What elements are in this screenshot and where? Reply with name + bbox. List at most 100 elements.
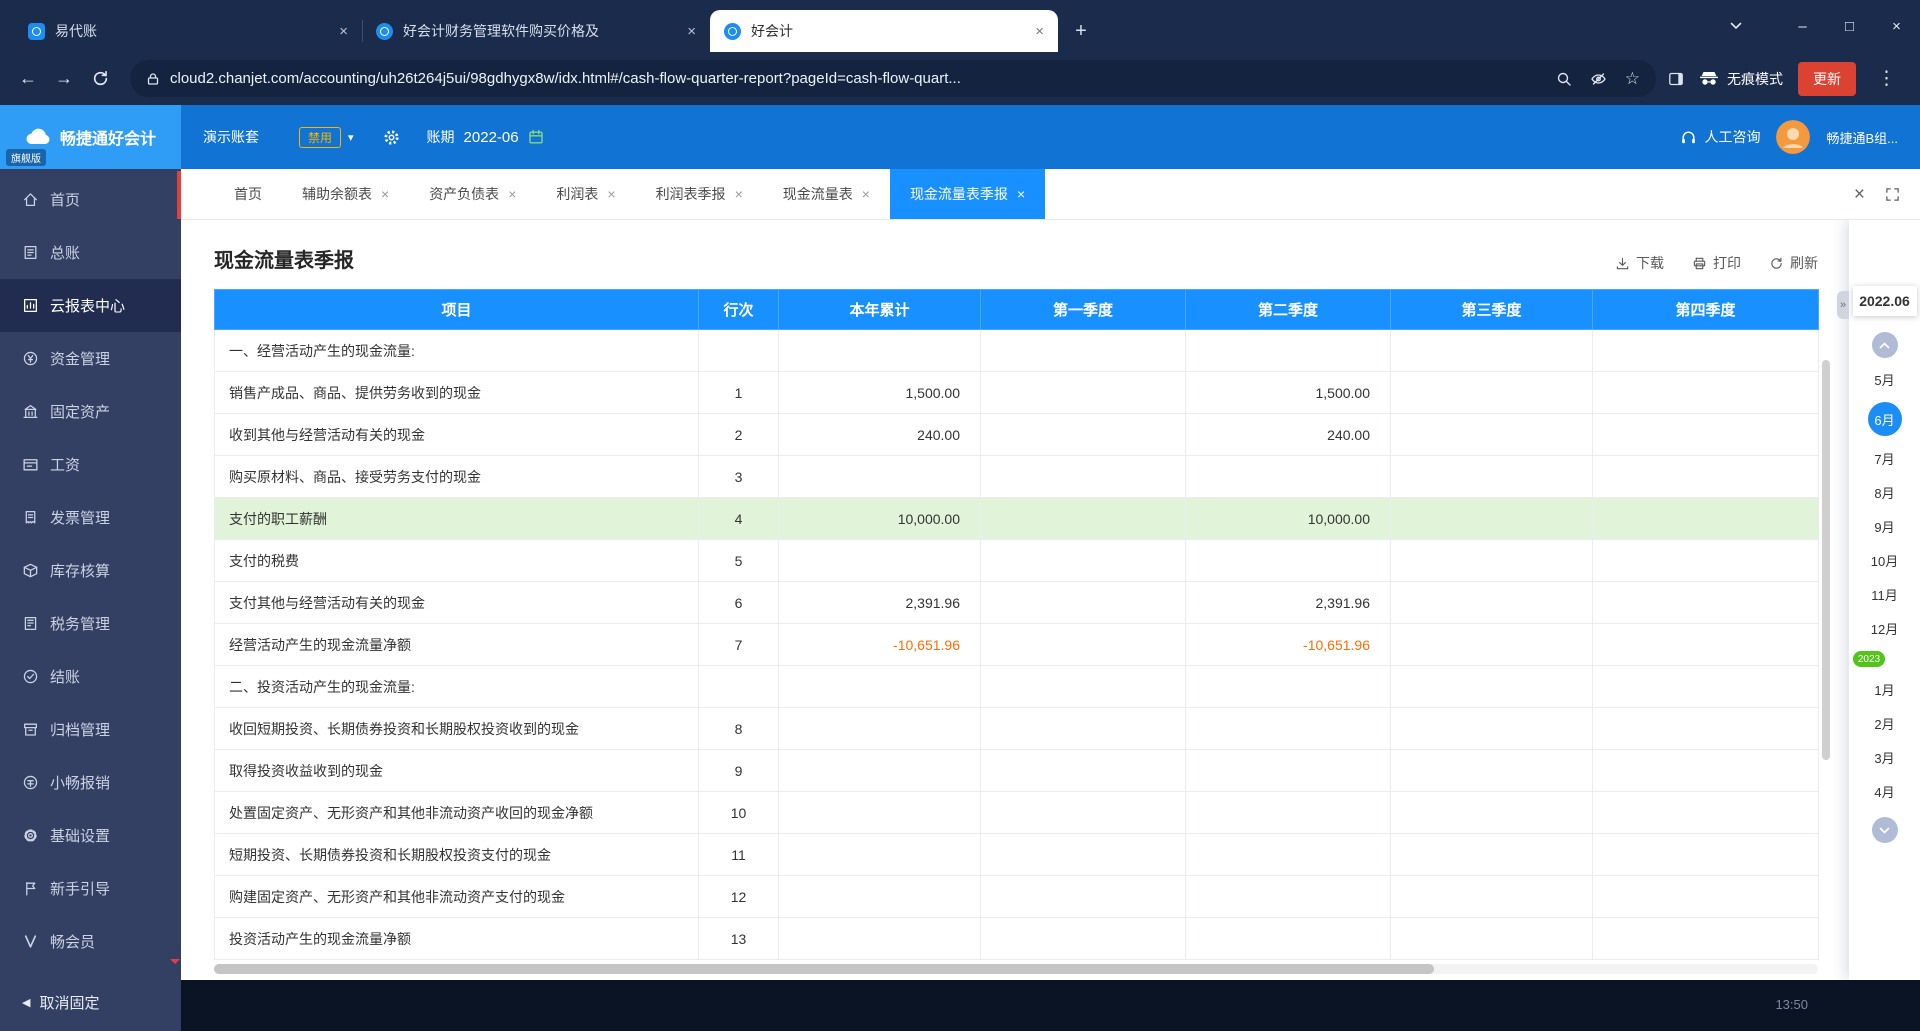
sidebar-item[interactable]: 结账	[0, 650, 181, 703]
close-all-tabs-icon[interactable]: ×	[1854, 185, 1865, 204]
new-tab-button[interactable]: +	[1064, 14, 1098, 48]
cell-q2	[1185, 749, 1391, 792]
month-item[interactable]: 3月	[1868, 746, 1902, 769]
sidebar-item-icon	[22, 615, 39, 632]
month-item[interactable]: 2023	[1853, 651, 1885, 667]
bookmark-star-icon[interactable]: ☆	[1625, 70, 1640, 87]
collapse-rail-icon[interactable]: »	[1837, 291, 1849, 319]
cell-q1	[980, 539, 1186, 582]
window-controls: – □ ×	[1719, 0, 1920, 52]
browser-menu-icon[interactable]: ⋮	[1871, 67, 1902, 90]
side-panel-icon[interactable]	[1668, 71, 1684, 87]
browser-tab[interactable]: 易代账 ×	[14, 10, 362, 52]
sidebar-item[interactable]: 云报表中心	[0, 279, 181, 332]
close-tab-icon[interactable]: ×	[339, 23, 348, 40]
support-link[interactable]: 人工咨询	[1680, 127, 1760, 147]
cell-q1	[980, 455, 1186, 498]
update-button[interactable]: 更新	[1798, 61, 1856, 96]
close-window-button[interactable]: ×	[1873, 0, 1920, 52]
browser-tab[interactable]: 好会计财务管理软件购买价格及 ×	[362, 10, 710, 52]
back-button[interactable]: ←	[10, 61, 46, 97]
close-workspace-tab-icon[interactable]: ×	[607, 186, 615, 202]
close-tab-icon[interactable]: ×	[687, 23, 696, 40]
cell-q2	[1185, 833, 1391, 876]
sidebar-item[interactable]: 库存核算	[0, 544, 181, 597]
cell-ytd	[778, 455, 981, 498]
sidebar-item[interactable]: 发票管理	[0, 491, 181, 544]
workspace-tab[interactable]: 辅助余额表 ×	[282, 169, 409, 219]
close-workspace-tab-icon[interactable]: ×	[735, 186, 743, 202]
month-item[interactable]: 11月	[1868, 583, 1902, 606]
workspace-tab[interactable]: 利润表 ×	[536, 169, 635, 219]
workspace-tab[interactable]: 利润表季报 ×	[636, 169, 763, 219]
month-item[interactable]: 6月	[1867, 402, 1902, 436]
close-workspace-tab-icon[interactable]: ×	[862, 186, 870, 202]
scroll-months-up-button[interactable]	[1871, 332, 1898, 358]
cell-q1	[980, 707, 1186, 750]
settings-gear-icon[interactable]	[382, 128, 401, 147]
sidebar-item[interactable]: 资金管理	[0, 332, 181, 385]
workspace-tab[interactable]: 现金流量表 ×	[763, 169, 890, 219]
user-name[interactable]: 畅捷通B组...	[1826, 128, 1898, 147]
workspace-tab[interactable]: 现金流量表季报 ×	[889, 169, 1046, 219]
sidebar-item-icon	[22, 509, 39, 526]
vertical-scrollbar-thumb[interactable]	[1822, 360, 1830, 760]
sidebar-item[interactable]: 税务管理	[0, 597, 181, 650]
sidebar-item[interactable]: 畅会员	[0, 915, 181, 968]
sidebar-item-icon	[22, 880, 39, 897]
sidebar-scrollbar-thumb[interactable]	[177, 171, 181, 219]
table-row: 支付的税费 5	[214, 539, 1819, 582]
workspace-tab[interactable]: 资产负债表 ×	[409, 169, 536, 219]
month-item[interactable]: 2月	[1868, 712, 1902, 735]
report-action-button[interactable]: 刷新	[1769, 253, 1818, 273]
month-item[interactable]: 1月	[1868, 678, 1902, 701]
eye-off-icon[interactable]	[1590, 71, 1607, 87]
period-value[interactable]: 2022-06	[464, 129, 519, 146]
horizontal-scrollbar-thumb[interactable]	[214, 964, 1434, 974]
status-tag-dropdown[interactable]: 禁用 ▾	[299, 126, 354, 148]
forward-button[interactable]: →	[46, 61, 82, 97]
browser-tab-title: 好会计财务管理软件购买价格及	[403, 23, 599, 39]
month-item[interactable]: 5月	[1868, 368, 1902, 391]
horizontal-scrollbar[interactable]	[214, 964, 1818, 974]
cell-ytd	[778, 875, 981, 918]
sidebar-item[interactable]: 总账	[0, 226, 181, 279]
scroll-months-down-button[interactable]	[1871, 817, 1898, 843]
sidebar-item[interactable]: 归档管理	[0, 703, 181, 756]
month-item[interactable]: 4月	[1868, 780, 1902, 803]
workspace-tab[interactable]: 首页 ×	[214, 169, 282, 219]
sidebar-scroll-arrow[interactable]	[170, 959, 180, 969]
close-tab-icon[interactable]: ×	[1035, 23, 1044, 40]
search-icon[interactable]	[1556, 71, 1572, 87]
sidebar-item[interactable]: 固定资产	[0, 385, 181, 438]
close-workspace-tab-icon[interactable]: ×	[508, 186, 516, 202]
reload-button[interactable]	[82, 61, 118, 97]
month-item[interactable]: 7月	[1868, 447, 1902, 470]
cell-q4	[1592, 581, 1819, 624]
sidebar-item[interactable]: 小畅报销	[0, 756, 181, 809]
account-set-label[interactable]: 演示账套	[203, 127, 259, 147]
month-item[interactable]: 9月	[1868, 515, 1902, 538]
close-workspace-tab-icon[interactable]: ×	[1017, 186, 1025, 202]
calendar-icon[interactable]	[528, 129, 544, 145]
maximize-button[interactable]: □	[1826, 0, 1873, 52]
report-action-button[interactable]: 打印	[1692, 253, 1741, 273]
browser-tab[interactable]: 好会计 ×	[710, 10, 1058, 52]
close-workspace-tab-icon[interactable]: ×	[381, 186, 389, 202]
cell-q1	[980, 413, 1186, 456]
fullscreen-icon[interactable]	[1885, 187, 1900, 202]
month-item[interactable]: 12月	[1868, 617, 1902, 640]
month-item[interactable]: 8月	[1868, 481, 1902, 504]
sidebar-item-label: 固定资产	[50, 404, 111, 421]
address-bar[interactable]: cloud2.chanjet.com/accounting/uh26t264j5…	[130, 60, 1656, 97]
sidebar-item[interactable]: 工资	[0, 438, 181, 491]
avatar[interactable]	[1776, 120, 1811, 154]
unpin-sidebar-button[interactable]: ◀ 取消固定	[0, 973, 181, 1031]
sidebar-item[interactable]: 新手引导	[0, 862, 181, 915]
sidebar-item[interactable]: 基础设置	[0, 809, 181, 862]
tab-search-icon[interactable]	[1719, 0, 1753, 52]
minimize-button[interactable]: –	[1779, 0, 1826, 52]
report-action-button[interactable]: 下载	[1615, 253, 1664, 273]
month-item[interactable]: 10月	[1868, 549, 1902, 572]
sidebar-item[interactable]: 首页	[0, 173, 181, 226]
